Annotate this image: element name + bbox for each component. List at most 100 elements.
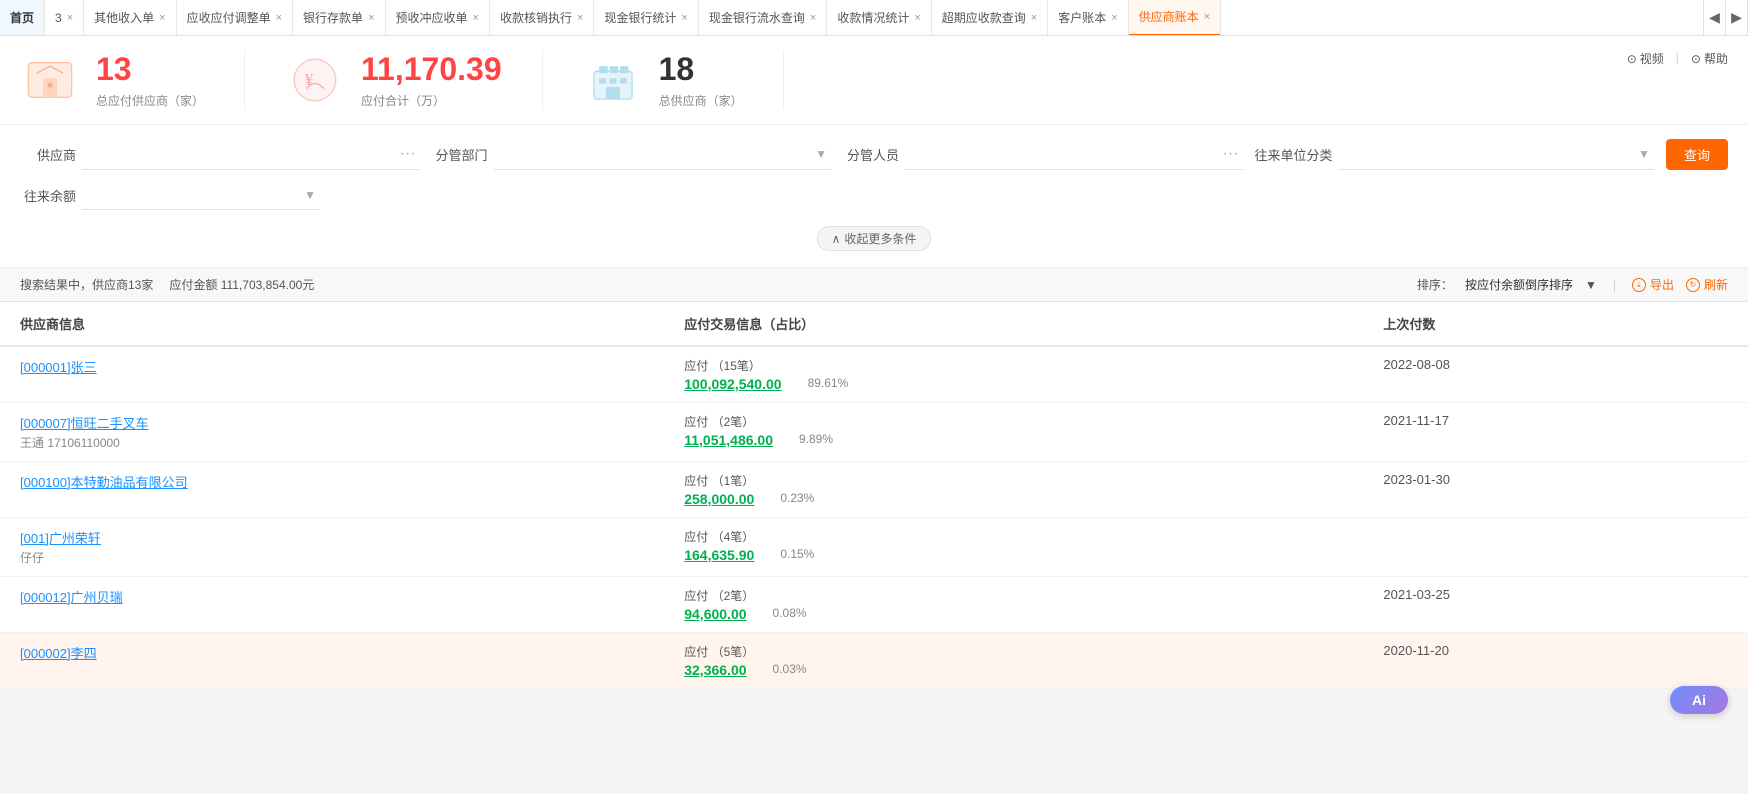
nav-next-button[interactable]: ▶	[1726, 0, 1748, 36]
receipt-verify-close[interactable]: ×	[577, 12, 583, 24]
receipt-stat-close[interactable]: ×	[914, 12, 920, 24]
nav-tab-receipt-stat[interactable]: 收款情况统计 ×	[827, 0, 931, 36]
supplier-link[interactable]: [000007]恒旺二手叉车	[20, 416, 149, 431]
last-pay-cell	[1363, 518, 1748, 577]
stat-block-payable-total: ¥ 11,170.39 应付合计（万）	[285, 50, 543, 110]
bank-deposit-label: 银行存款单	[303, 9, 363, 26]
stat-payable-supplier-label: 总应付供应商（家）	[96, 92, 204, 109]
tab3-close[interactable]: ×	[67, 12, 73, 24]
supplier-input-wrapper: ···	[82, 140, 420, 170]
result-actions: 排序： 按应付余额倒序排序 ▼ | ⤓ 导出 ↻ 刷新	[1417, 276, 1728, 293]
nav-tab-cash-bank-flow[interactable]: 现金银行流水查询 ×	[699, 0, 827, 36]
payable-count: 应付 （1笔）	[684, 472, 1343, 489]
nav-tab-cash-bank-stat[interactable]: 现金银行统计 ×	[594, 0, 698, 36]
cash-bank-flow-close[interactable]: ×	[810, 12, 816, 24]
table-container: 供应商信息 应付交易信息（占比） 上次付数 [000001]张三应付 （15笔）…	[0, 302, 1748, 689]
table-row: [000007]恒旺二手叉车王通 17106110000应付 （2笔）11,05…	[0, 403, 1748, 462]
payable-info-cell: 应付 （2笔）94,600.000.08%	[664, 577, 1363, 633]
supplier-filter-label: 供应商	[20, 145, 76, 164]
stat-payable-total-number: 11,170.39	[361, 51, 502, 88]
filter-section: 供应商 ··· 分管部门 ▼ 分管人员 ··· 往来单位分类	[0, 125, 1748, 268]
supplier-ledger-close[interactable]: ×	[1204, 11, 1210, 23]
filter-balance: 往来余额 ▼	[20, 180, 320, 210]
supplier-link[interactable]: [000001]张三	[20, 360, 97, 375]
col-last-pay: 上次付数	[1363, 302, 1748, 346]
payable-count: 应付 （4笔）	[684, 528, 1343, 545]
export-label: 导出	[1650, 276, 1674, 293]
overdue-ar-label: 超期应收款查询	[942, 9, 1026, 26]
table-row: [000002]李四应付 （5笔）32,366.000.03%2020-11-2…	[0, 633, 1748, 689]
payable-amount-link[interactable]: 94,600.00	[684, 606, 746, 622]
col-payable-info: 应付交易信息（占比）	[664, 302, 1363, 346]
filter-dept: 分管部门 ▼	[432, 140, 832, 170]
payable-amount-link[interactable]: 32,366.00	[684, 662, 746, 678]
supplier-info-cell: [000001]张三	[0, 346, 664, 403]
prepay-ar-close[interactable]: ×	[473, 12, 479, 24]
video-icon[interactable]: ⊙ 视频	[1627, 50, 1664, 67]
result-info: 搜索结果中，供应商13家 应付金额 111,703,854.00元	[20, 276, 314, 293]
ar-ap-adj-close[interactable]: ×	[276, 12, 282, 24]
payable-amount-link[interactable]: 100,092,540.00	[684, 376, 781, 392]
payable-row2: 94,600.000.08%	[684, 604, 1343, 622]
person-input-wrapper: ···	[905, 140, 1243, 170]
refresh-button[interactable]: ↻ 刷新	[1686, 276, 1728, 293]
nav-tab-home[interactable]: 首页	[0, 0, 45, 36]
supplier-table: 供应商信息 应付交易信息（占比） 上次付数 [000001]张三应付 （15笔）…	[0, 302, 1748, 689]
cash-bank-stat-close[interactable]: ×	[681, 12, 687, 24]
payable-percent: 0.03%	[757, 662, 807, 676]
customer-ledger-close[interactable]: ×	[1111, 12, 1117, 24]
stat-payable-supplier-text: 13 总应付供应商（家）	[96, 51, 204, 109]
nav-tab-3[interactable]: 3 ×	[45, 0, 84, 36]
balance-filter-label: 往来余额	[20, 186, 76, 205]
ai-label: Ai	[1692, 692, 1706, 708]
balance-arrow[interactable]: ▼	[304, 188, 316, 202]
ai-badge[interactable]: Ai	[1670, 686, 1728, 714]
nav-tab-overdue-ar[interactable]: 超期应收款查询 ×	[932, 0, 1048, 36]
bank-deposit-close[interactable]: ×	[368, 12, 374, 24]
last-pay-cell: 2021-11-17	[1363, 403, 1748, 462]
action-separator: |	[1676, 50, 1679, 67]
supplier-link[interactable]: [000100]本特勤油品有限公司	[20, 475, 188, 490]
payable-info-cell: 应付 （4笔）164,635.900.15%	[664, 518, 1363, 577]
payable-row2: 164,635.900.15%	[684, 545, 1343, 563]
supplier-dots[interactable]: ···	[400, 145, 416, 163]
payable-info-cell: 应付 （1笔） 258,000.00 0.23%	[664, 462, 1363, 518]
supplier-info-cell: [001]广州荣轩仔仔	[0, 518, 664, 577]
supplier-input[interactable]	[86, 147, 400, 161]
category-input[interactable]	[1343, 147, 1635, 161]
help-icon[interactable]: ⊙ 帮助	[1691, 50, 1728, 67]
nav-tab-supplier-ledger[interactable]: 供应商账本 ×	[1129, 0, 1221, 36]
person-dots[interactable]: ···	[1223, 145, 1239, 163]
payable-amount-link[interactable]: 164,635.90	[684, 547, 754, 563]
nav-prev-button[interactable]: ◀	[1704, 0, 1726, 36]
supplier-link[interactable]: [000002]李四	[20, 646, 97, 661]
nav-tab-prepay-ar[interactable]: 预收冲应收单 ×	[386, 0, 490, 36]
nav-tab-customer-ledger[interactable]: 客户账本 ×	[1048, 0, 1128, 36]
sort-arrow[interactable]: ▼	[1585, 278, 1597, 292]
export-button[interactable]: ⤓ 导出	[1632, 276, 1674, 293]
category-arrow[interactable]: ▼	[1638, 147, 1650, 161]
nav-tab-receipt-verify[interactable]: 收款核销执行 ×	[490, 0, 594, 36]
export-icon: ⤓	[1632, 278, 1646, 292]
payable-amount-link[interactable]: 258,000.00	[684, 491, 754, 507]
balance-input[interactable]	[86, 188, 300, 202]
supplier-link[interactable]: [001]广州荣轩	[20, 531, 101, 546]
other-income-close[interactable]: ×	[159, 12, 165, 24]
payable-percent: 0.23%	[764, 491, 814, 505]
supplier-link[interactable]: [000012]广州贝瑞	[20, 590, 123, 605]
person-input[interactable]	[909, 147, 1223, 161]
filter-row-2: 往来余额 ▼	[20, 180, 1728, 210]
payable-amount-link[interactable]: 11,051,486.00	[684, 432, 773, 448]
nav-tab-other-income[interactable]: 其他收入单 ×	[84, 0, 176, 36]
payable-count: 应付 （2笔）	[684, 413, 1343, 430]
nav-tab-bank-deposit[interactable]: 银行存款单 ×	[293, 0, 385, 36]
dept-input[interactable]	[498, 147, 812, 161]
search-button[interactable]: 查询	[1666, 139, 1728, 170]
nav-tab-ar-ap-adj[interactable]: 应收应付调整单 ×	[177, 0, 293, 36]
collapse-button[interactable]: ∧ 收起更多条件	[817, 226, 932, 251]
sort-value[interactable]: 按应付余额倒序排序	[1465, 276, 1573, 293]
overdue-ar-close[interactable]: ×	[1031, 12, 1037, 24]
receipt-verify-label: 收款核销执行	[500, 9, 572, 26]
stat-block-total-suppliers: 18 总供应商（家）	[583, 50, 784, 110]
dept-arrow[interactable]: ▼	[815, 147, 827, 161]
